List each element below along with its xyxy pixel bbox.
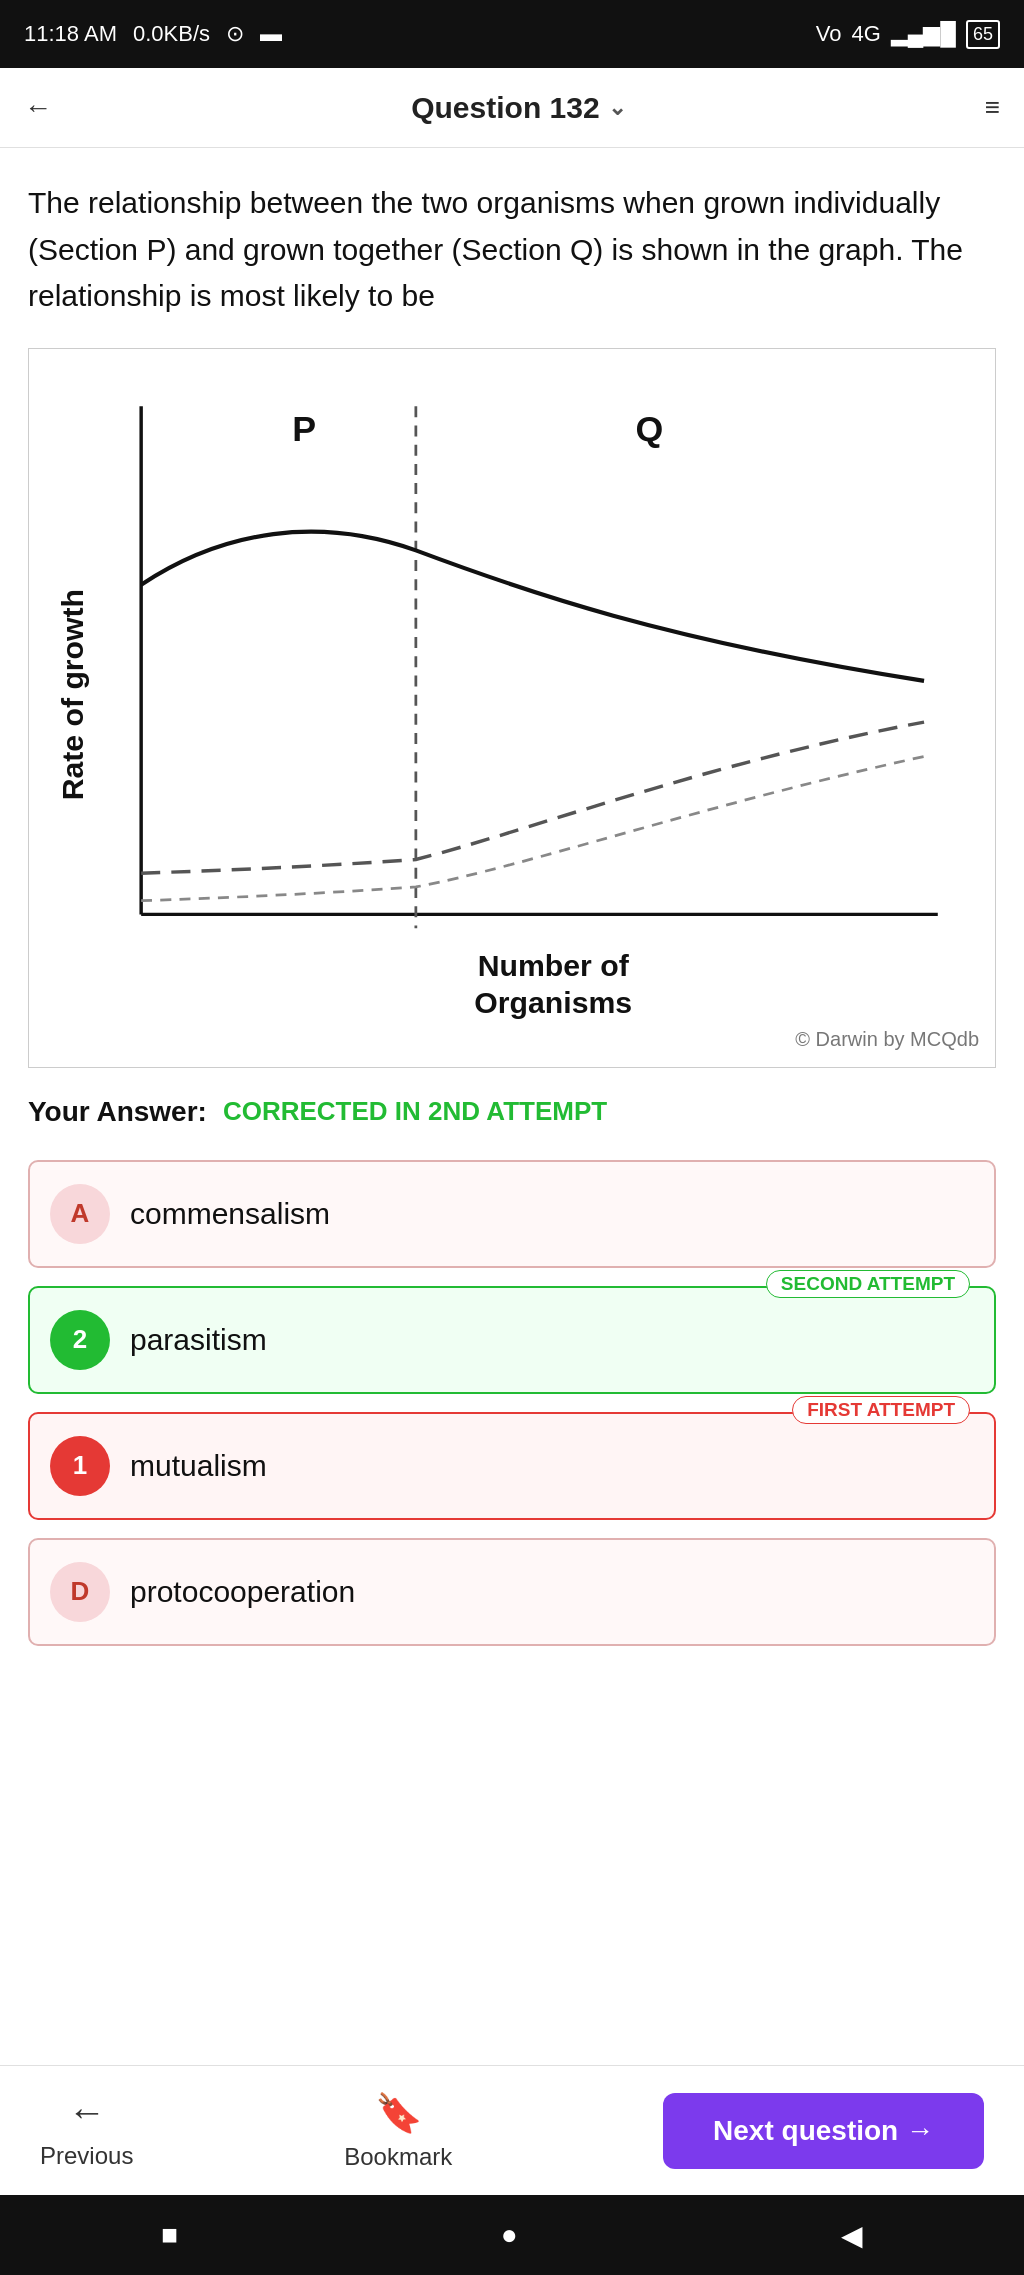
back-arrow-icon: ← (68, 2091, 106, 2134)
signal-bars: ▂▄▆█ (891, 21, 956, 47)
battery-icon: 65 (966, 20, 1000, 49)
options-list: A commensalism SECOND ATTEMPT 2 parasiti… (28, 1160, 996, 1646)
camera-icon: ⊙ (226, 21, 244, 47)
graph-container: Rate of growth P Q Number of Organisms ©… (28, 348, 996, 1068)
your-answer-label: Your Answer: (28, 1096, 207, 1128)
option-d-circle: D (50, 1562, 110, 1622)
your-answer-row: Your Answer: CORRECTED IN 2ND ATTEMPT (28, 1096, 996, 1128)
option-2[interactable]: SECOND ATTEMPT 2 parasitism (28, 1286, 996, 1394)
option-a-circle: A (50, 1184, 110, 1244)
previous-label: Previous (40, 2142, 133, 2170)
option-2-text: parasitism (130, 1323, 974, 1357)
bookmark-icon: 🔖 (375, 2091, 422, 2135)
nav-title: Question 132 ⌄ (411, 91, 625, 125)
back-icon[interactable]: ← (24, 92, 52, 124)
svg-text:Rate of growth: Rate of growth (56, 588, 89, 799)
option-1-circle: 1 (50, 1436, 110, 1496)
android-nav-bar: ■ ● ◀ (0, 2195, 1024, 2275)
next-question-button[interactable]: Next question → (663, 2093, 984, 2169)
first-attempt-badge: FIRST ATTEMPT (792, 1396, 970, 1424)
option-d[interactable]: D protocooperation (28, 1538, 996, 1646)
next-label: Next question → (713, 2115, 934, 2147)
data-speed: 0.0KB/s (133, 21, 210, 47)
status-bar-right: Vo 4G ▂▄▆█ 65 (816, 20, 1000, 49)
bookmark-button[interactable]: 🔖 Bookmark (344, 2091, 452, 2171)
question-text: The relationship between the two organis… (28, 180, 996, 320)
graph-credit: © Darwin by MCQdb (45, 1028, 979, 1051)
status-bar-left: 11:18 AM 0.0KB/s ⊙ ▬ (24, 21, 282, 47)
svg-text:P: P (292, 408, 316, 448)
option-2-circle: 2 (50, 1310, 110, 1370)
android-home-button[interactable]: ● (501, 2219, 518, 2251)
option-1[interactable]: FIRST ATTEMPT 1 mutualism (28, 1412, 996, 1520)
nav-bar: ← Question 132 ⌄ ≡ (0, 68, 1024, 148)
android-back-button[interactable]: ◀ (841, 2219, 863, 2252)
answer-status: CORRECTED IN 2ND ATTEMPT (223, 1096, 607, 1127)
time-display: 11:18 AM (24, 21, 117, 47)
bottom-nav: ← Previous 🔖 Bookmark Next question → (0, 2065, 1024, 2195)
status-bar: 11:18 AM 0.0KB/s ⊙ ▬ Vo 4G ▂▄▆█ 65 (0, 0, 1024, 68)
cast-icon: ▬ (260, 21, 282, 47)
option-a-text: commensalism (130, 1197, 974, 1231)
menu-icon[interactable]: ≡ (985, 92, 1000, 123)
chevron-down-icon[interactable]: ⌄ (608, 95, 626, 121)
graph-svg: Rate of growth P Q Number of Organisms (45, 365, 979, 1024)
option-1-text: mutualism (130, 1449, 974, 1483)
svg-text:Number of: Number of (478, 949, 630, 982)
svg-text:Organisms: Organisms (474, 986, 632, 1019)
android-square-button[interactable]: ■ (161, 2219, 178, 2251)
option-a[interactable]: A commensalism (28, 1160, 996, 1268)
bookmark-label: Bookmark (344, 2143, 452, 2171)
wifi-icon: Vo (816, 21, 842, 47)
main-content: The relationship between the two organis… (0, 148, 1024, 1646)
second-attempt-badge: SECOND ATTEMPT (766, 1270, 970, 1298)
previous-button[interactable]: ← Previous (40, 2091, 133, 2170)
svg-text:Q: Q (636, 408, 664, 448)
network-icon: 4G (851, 21, 880, 47)
option-d-text: protocooperation (130, 1575, 974, 1609)
